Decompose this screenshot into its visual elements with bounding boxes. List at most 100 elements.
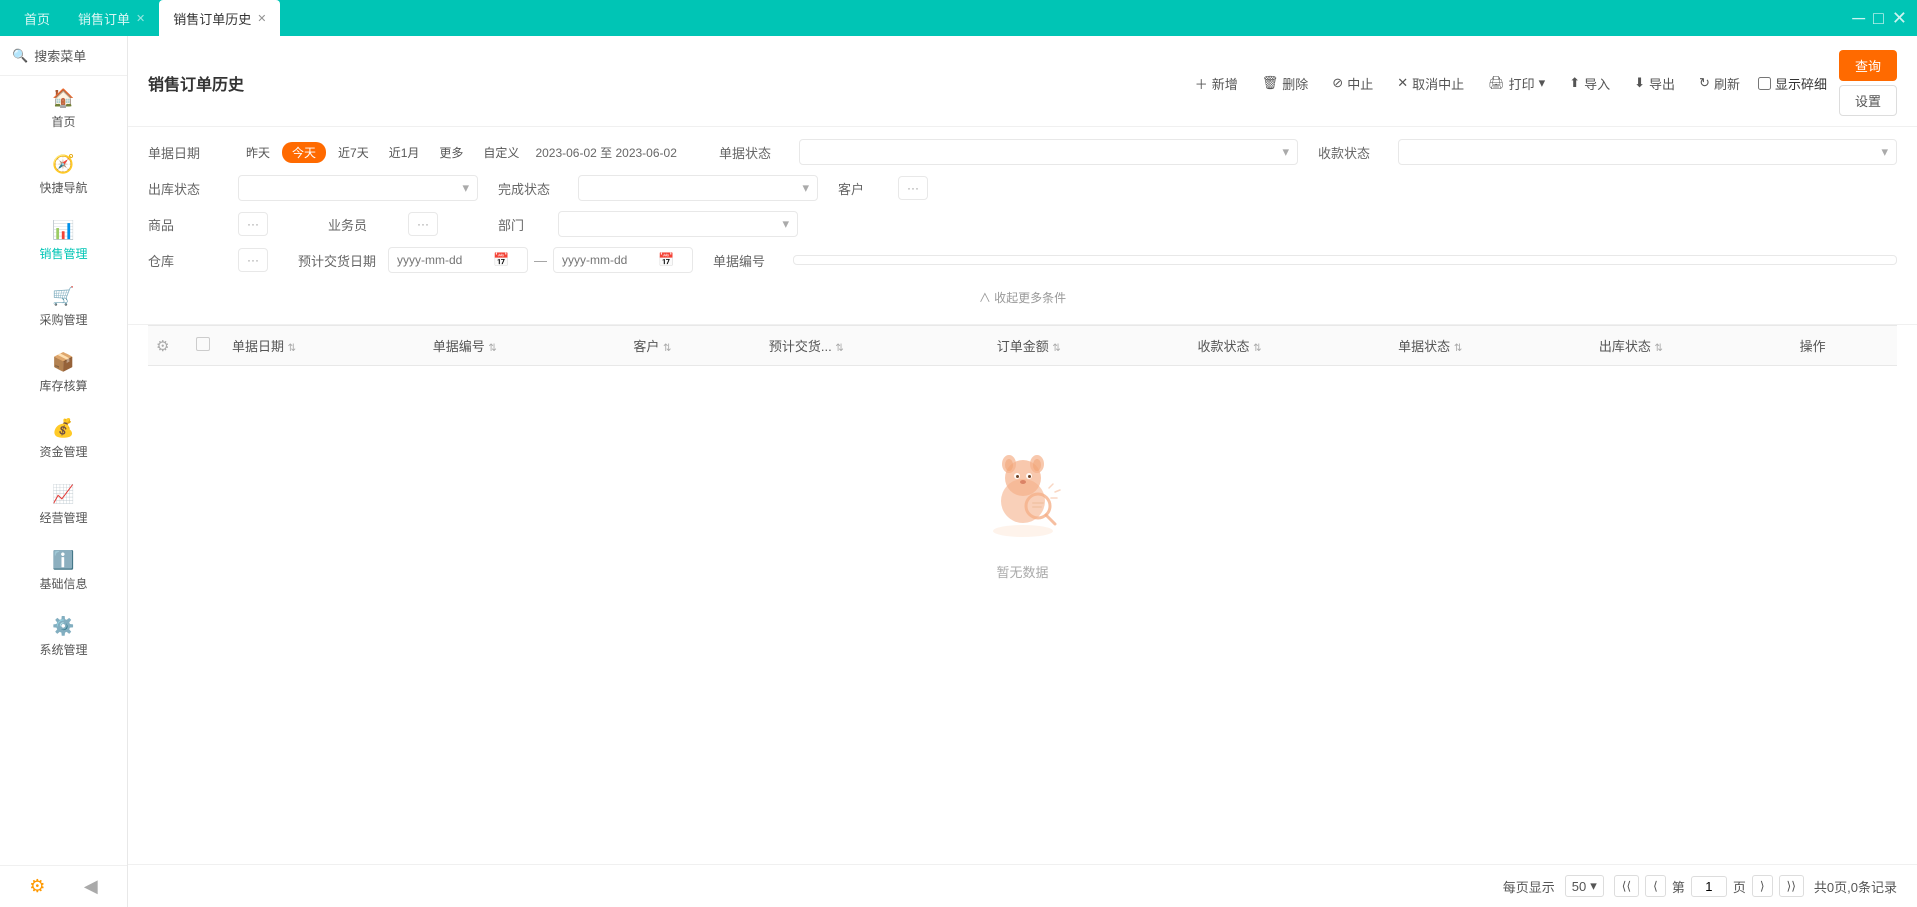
- th-customer[interactable]: 客户 ⇅: [625, 326, 761, 366]
- select-all-checkbox[interactable]: [196, 337, 210, 351]
- expected-delivery-from[interactable]: 📅: [388, 247, 528, 273]
- warehouse-select[interactable]: ···: [238, 248, 268, 272]
- sidebar-item-sales[interactable]: 📊 销售管理: [0, 208, 127, 274]
- page-size-select[interactable]: 50 ▾: [1565, 875, 1604, 897]
- export-label: 导出: [1649, 74, 1675, 93]
- sidebar-item-purchase[interactable]: 🛒 采购管理: [0, 274, 127, 340]
- first-page-button[interactable]: ⟨⟨: [1614, 875, 1639, 897]
- salesperson-select[interactable]: ···: [408, 212, 438, 236]
- date-tabs: 昨天 今天 近7天 近1月 更多 自定义: [238, 142, 527, 163]
- sidebar-item-inventory[interactable]: 📦 库存核算: [0, 340, 127, 406]
- expected-delivery-label: 预计交货日期: [298, 251, 388, 270]
- table-area: ⚙ 单据日期 ⇅ 单据编号 ⇅: [128, 325, 1917, 864]
- last-page-button[interactable]: ⟩⟩: [1779, 875, 1804, 897]
- cancel-stop-button[interactable]: ✕ 取消中止: [1391, 70, 1470, 97]
- import-icon: ⬆: [1569, 75, 1580, 91]
- sort-expected-delivery-icon: ⇅: [835, 343, 843, 354]
- expected-delivery-to[interactable]: 📅: [553, 247, 693, 273]
- date-tab-7days[interactable]: 近7天: [330, 142, 377, 163]
- add-button[interactable]: ＋ 新增: [1189, 70, 1244, 97]
- print-button[interactable]: 🖨 打印 ▾: [1482, 70, 1551, 97]
- page-size-value: 50: [1572, 879, 1586, 894]
- refresh-button[interactable]: ↻ 刷新: [1693, 70, 1746, 97]
- th-bill-date[interactable]: 单据日期 ⇅: [224, 326, 425, 366]
- print-label: 打印: [1509, 74, 1535, 93]
- sidebar-item-finance[interactable]: 💰 资金管理: [0, 406, 127, 472]
- sidebar-item-home[interactable]: 🏠 首页: [0, 76, 127, 142]
- sidebar-search[interactable]: 🔍 搜索菜单: [0, 36, 127, 76]
- bill-number-input[interactable]: [793, 255, 1897, 265]
- tab-sales-order-history[interactable]: 销售订单历史 ✕: [159, 0, 280, 36]
- product-select[interactable]: ···: [238, 212, 268, 236]
- main-layout: 🔍 搜索菜单 🏠 首页 🧭 快捷导航 📊 销售管理 🛒 采购管理 📦 库存核算 …: [0, 36, 1917, 907]
- delete-button[interactable]: 🗑 删除: [1256, 70, 1315, 97]
- sidebar-bottom: ⚙ ◀: [0, 865, 127, 907]
- settings-button[interactable]: 设置: [1839, 85, 1897, 116]
- sidebar-item-basic-info[interactable]: ℹ️ 基础信息: [0, 538, 127, 604]
- collapse-label: 收起更多条件: [994, 291, 1066, 305]
- sidebar-item-sales-label: 销售管理: [39, 245, 87, 262]
- department-dropdown-icon: ▾: [782, 216, 789, 232]
- sort-bill-status-icon: ⇅: [1454, 343, 1462, 354]
- tab-home[interactable]: 首页: [10, 0, 64, 36]
- date-tab-custom[interactable]: 自定义: [475, 142, 527, 163]
- print-dropdown-icon: ▾: [1539, 75, 1546, 91]
- department-label: 部门: [498, 215, 558, 234]
- completion-status-select[interactable]: ▾: [578, 175, 818, 201]
- th-expected-delivery[interactable]: 预计交货... ⇅: [761, 326, 989, 366]
- expected-delivery-from-input[interactable]: [397, 253, 487, 267]
- export-button[interactable]: ⬇ 导出: [1628, 70, 1681, 97]
- sidebar-item-system[interactable]: ⚙️ 系统管理: [0, 604, 127, 670]
- import-button[interactable]: ⬆ 导入: [1563, 70, 1616, 97]
- th-outbound-status[interactable]: 出库状态 ⇅: [1591, 326, 1792, 366]
- current-page-input[interactable]: [1691, 876, 1727, 897]
- delete-label: 删除: [1282, 74, 1308, 93]
- calendar-to-icon: 📅: [658, 252, 674, 268]
- system-icon: ⚙️: [52, 616, 74, 637]
- sidebar-item-quick-nav[interactable]: 🧭 快捷导航: [0, 142, 127, 208]
- customer-select[interactable]: ···: [898, 176, 928, 200]
- home-icon: 🏠: [52, 88, 74, 109]
- table-header-row: ⚙ 单据日期 ⇅ 单据编号 ⇅: [148, 326, 1897, 366]
- next-page-button[interactable]: ⟩: [1752, 875, 1773, 897]
- minimize-button[interactable]: ─: [1852, 8, 1865, 29]
- display-columns-label: 显示碎细: [1775, 74, 1827, 93]
- th-bill-status[interactable]: 单据状态 ⇅: [1390, 326, 1591, 366]
- th-order-amount[interactable]: 订单金额 ⇅: [989, 326, 1190, 366]
- receipt-status-dropdown-icon: ▾: [1881, 144, 1888, 160]
- th-receipt-status[interactable]: 收款状态 ⇅: [1189, 326, 1390, 366]
- outbound-status-select[interactable]: ▾: [238, 175, 478, 201]
- tab-sales-order-history-close[interactable]: ✕: [257, 12, 266, 25]
- sidebar-collapse-icon[interactable]: ◀: [84, 876, 98, 897]
- display-columns-toggle[interactable]: 显示碎细: [1758, 74, 1827, 93]
- department-select[interactable]: ▾: [558, 211, 798, 237]
- data-table: ⚙ 单据日期 ⇅ 单据编号 ⇅: [148, 325, 1897, 366]
- display-columns-checkbox[interactable]: [1758, 77, 1771, 90]
- date-tab-1month[interactable]: 近1月: [381, 142, 428, 163]
- date-tab-today[interactable]: 今天: [282, 142, 326, 163]
- sidebar-settings-icon[interactable]: ⚙: [29, 876, 45, 897]
- date-tab-yesterday[interactable]: 昨天: [238, 142, 278, 163]
- finance-icon: 💰: [52, 418, 74, 439]
- bill-status-select[interactable]: ▾: [799, 139, 1298, 165]
- prev-page-button[interactable]: ⟨: [1645, 875, 1666, 897]
- nav-icon: 🧭: [52, 154, 74, 175]
- date-tab-more[interactable]: 更多: [431, 142, 471, 163]
- expected-delivery-to-input[interactable]: [562, 253, 652, 267]
- maximize-button[interactable]: □: [1873, 8, 1884, 29]
- query-button[interactable]: 查询: [1839, 50, 1897, 81]
- sidebar-item-home-label: 首页: [51, 113, 75, 130]
- close-button[interactable]: ✕: [1892, 8, 1907, 29]
- receipt-status-select[interactable]: ▾: [1398, 139, 1897, 165]
- page-size-dropdown-icon: ▾: [1590, 878, 1597, 894]
- sidebar-item-basic-info-label: 基础信息: [39, 575, 87, 592]
- tab-sales-order-close[interactable]: ✕: [136, 12, 145, 25]
- tab-sales-order[interactable]: 销售订单 ✕: [64, 0, 159, 36]
- table-settings-icon[interactable]: ⚙: [156, 338, 169, 355]
- stop-button[interactable]: ⊘ 中止: [1326, 70, 1379, 97]
- collapse-button[interactable]: ∧ 收起更多条件: [148, 283, 1897, 312]
- page-title: 销售订单历史: [148, 71, 244, 95]
- sidebar-item-operations-label: 经营管理: [39, 509, 87, 526]
- th-bill-number[interactable]: 单据编号 ⇅: [425, 326, 626, 366]
- sidebar-item-operations[interactable]: 📈 经营管理: [0, 472, 127, 538]
